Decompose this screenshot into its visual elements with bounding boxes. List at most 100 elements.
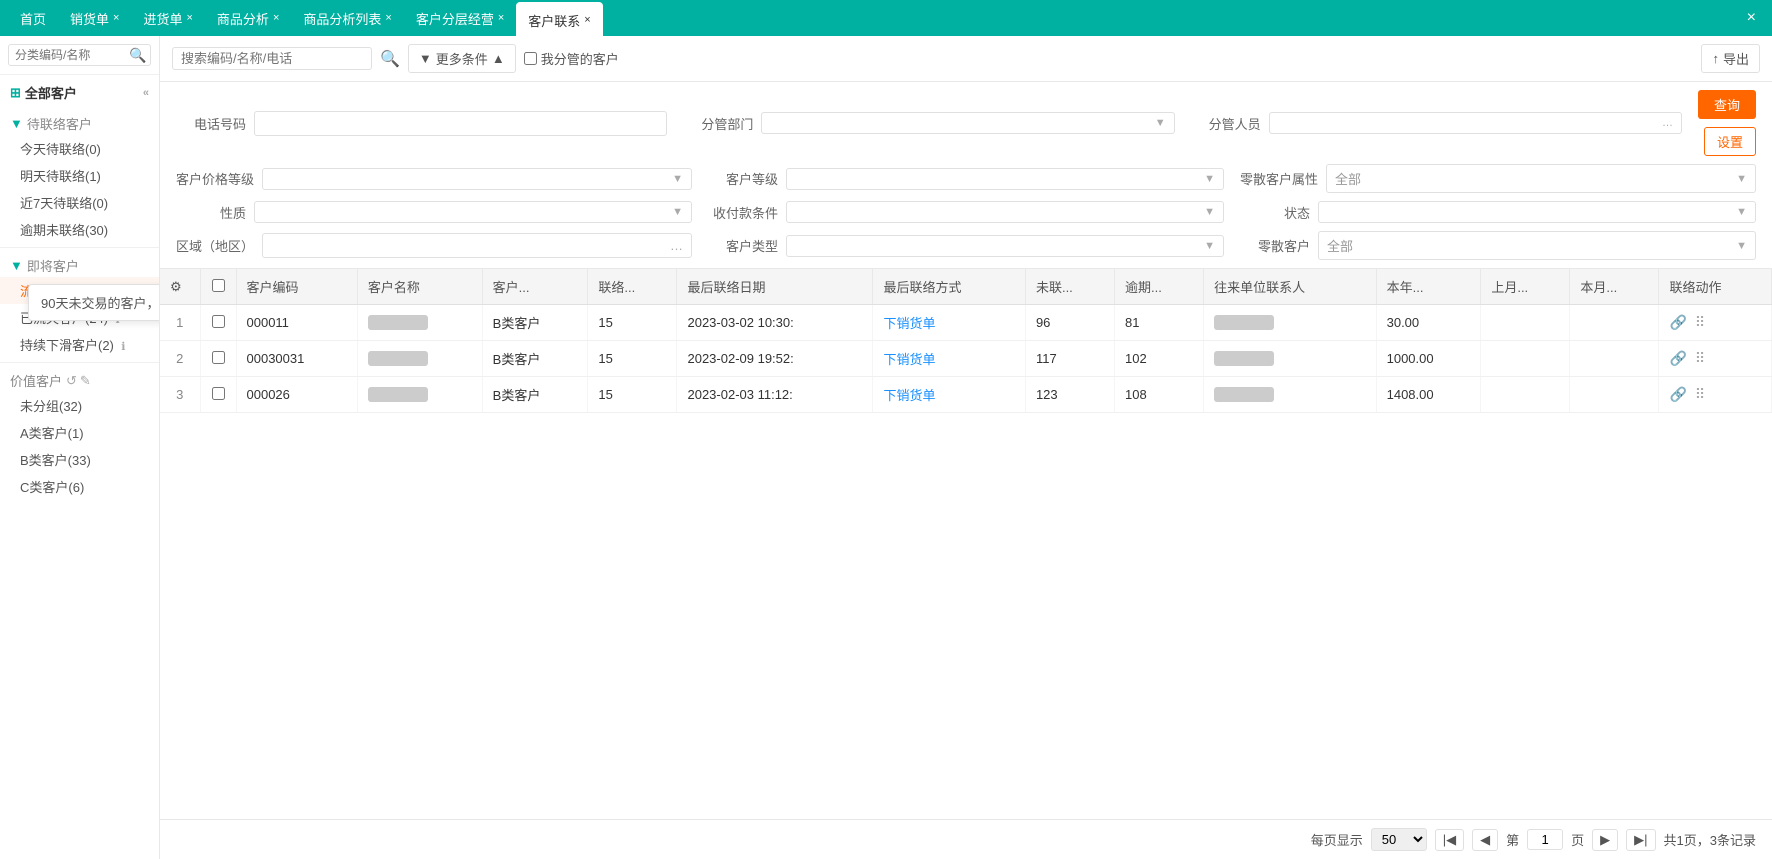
cell-unit-contact	[1204, 341, 1377, 377]
export-btn[interactable]: ↑ 导出	[1701, 44, 1760, 73]
main-search-icon[interactable]: 🔍	[380, 49, 400, 69]
action-icon-link[interactable]: 🔗	[1669, 386, 1686, 403]
tab-home[interactable]: 首页	[8, 0, 58, 36]
filter-gender: 性质 ▼	[176, 201, 692, 223]
th-level: 客户...	[482, 269, 588, 305]
query-btn[interactable]: 查询	[1698, 90, 1756, 119]
customer-type-chevron: ▼	[1204, 240, 1215, 252]
blurred-unit	[1214, 387, 1274, 402]
refresh-icon[interactable]: ↺	[66, 373, 77, 389]
payment-select[interactable]: ▼	[786, 201, 1224, 223]
sidebar-item-today[interactable]: 今天待联络(0)	[0, 135, 159, 162]
main-search-input[interactable]	[181, 51, 363, 66]
last-method-link[interactable]: 下销货单	[883, 388, 935, 403]
action-icon-link[interactable]: 🔗	[1669, 314, 1686, 331]
sidebar-item-overdue[interactable]: 逾期未联络(30)	[0, 216, 159, 243]
cell-last-date: 2023-03-02 10:30:	[677, 305, 873, 341]
cell-unit-contact	[1204, 377, 1377, 413]
retail-customer-select[interactable]: 全部 ▼	[1318, 231, 1756, 260]
sidebar-value-group: 价值客户 ↺ ✎	[0, 367, 159, 392]
table-row: 3 000026 B类客户 15 2023-02-03 11:12: 下销货单 …	[160, 377, 1772, 413]
my-customers-filter[interactable]: 我分管的客户	[524, 49, 619, 68]
tab-customer-contact[interactable]: 客户联系 ×	[516, 2, 602, 38]
action-icon-link[interactable]: 🔗	[1669, 350, 1686, 367]
info-icon-3: ℹ	[121, 341, 125, 353]
page-input[interactable]	[1527, 829, 1563, 850]
sidebar-item-class-c[interactable]: C类客户(6)	[0, 473, 159, 500]
last-method-link[interactable]: 下销货单	[883, 316, 935, 331]
th-checkbox[interactable]	[200, 269, 236, 305]
page-last-btn[interactable]: ▶|	[1626, 829, 1655, 851]
sidebar-all-customers[interactable]: ⊞ 全部客户 «	[0, 75, 159, 110]
tab-analysis-list-close[interactable]: ×	[385, 12, 391, 24]
blurred-unit	[1214, 315, 1274, 330]
sidebar-item-churn-declining[interactable]: 持续下滑客户(2) ℹ	[0, 331, 159, 358]
grid-icon: ⊞	[10, 85, 21, 101]
th-settings[interactable]: ⚙	[160, 269, 200, 305]
cell-level: B类客户	[482, 305, 588, 341]
cell-checkbox[interactable]	[200, 341, 236, 377]
customer-type-select[interactable]: ▼	[786, 235, 1224, 257]
window-close-btn[interactable]: ×	[1739, 9, 1764, 27]
row-checkbox[interactable]	[212, 387, 225, 400]
action-icon-menu[interactable]: ⠿	[1695, 350, 1705, 367]
phone-label: 电话号码	[176, 114, 246, 133]
row-checkbox[interactable]	[212, 351, 225, 364]
page-next-btn[interactable]: ▶	[1592, 829, 1618, 851]
cell-this-month	[1570, 377, 1659, 413]
tab-customer-contact-close[interactable]: ×	[584, 14, 590, 26]
tab-sales-close[interactable]: ×	[113, 12, 119, 24]
sidebar-item-7days[interactable]: 近7天待联络(0)	[0, 189, 159, 216]
retail-attr-chevron: ▼	[1736, 173, 1747, 185]
price-level-select[interactable]: ▼	[262, 168, 692, 190]
tab-analysis-close[interactable]: ×	[273, 12, 279, 24]
region-input[interactable]: …	[262, 233, 692, 258]
row-checkbox[interactable]	[212, 315, 225, 328]
status-select[interactable]: ▼	[1318, 201, 1756, 223]
churn-tooltip: 90天未交易的客户，可能有流失风险。	[28, 284, 160, 321]
gender-select[interactable]: ▼	[254, 201, 692, 223]
table-scroll-area[interactable]: ⚙ 客户编码 客户名称 客户... 联络... 最后联络日期 最后联络方式 未联…	[160, 269, 1772, 819]
page-prev-btn[interactable]: ◀	[1472, 829, 1498, 851]
cell-this-year: 1408.00	[1376, 377, 1481, 413]
tab-purchase[interactable]: 进货单 ×	[131, 0, 204, 36]
cell-last-month	[1481, 377, 1570, 413]
cell-contact-count: 15	[588, 341, 677, 377]
select-all-checkbox[interactable]	[212, 279, 225, 292]
tab-analysis-list[interactable]: 商品分析列表 ×	[291, 0, 403, 36]
page-size-select[interactable]: 50 100	[1371, 828, 1427, 851]
settings-btn[interactable]: 设置	[1704, 127, 1756, 156]
sidebar-item-class-b[interactable]: B类客户(33)	[0, 446, 159, 473]
sidebar-item-tomorrow[interactable]: 明天待联络(1)	[0, 162, 159, 189]
cell-checkbox[interactable]	[200, 377, 236, 413]
tab-analysis[interactable]: 商品分析 ×	[205, 0, 291, 36]
tab-purchase-close[interactable]: ×	[186, 12, 192, 24]
action-icon-menu[interactable]: ⠿	[1695, 386, 1705, 403]
cell-checkbox[interactable]	[200, 305, 236, 341]
tab-customer-segment[interactable]: 客户分层经营 ×	[404, 0, 516, 36]
last-method-link[interactable]: 下销货单	[883, 352, 935, 367]
total-records: 共1页，3条记录	[1664, 830, 1756, 849]
tab-bar: 首页 销货单 × 进货单 × 商品分析 × 商品分析列表 × 客户分层经营 × …	[0, 0, 1772, 36]
cell-actions: 🔗 ⠿	[1659, 341, 1772, 377]
retail-attr-select[interactable]: 全部 ▼	[1326, 164, 1756, 193]
more-conditions-btn[interactable]: ▼ 更多条件 ▲	[408, 44, 516, 73]
dept-chevron: ▼	[1155, 117, 1166, 129]
blurred-name	[368, 315, 428, 330]
tab-customer-segment-close[interactable]: ×	[498, 12, 504, 24]
sidebar-item-class-a[interactable]: A类客户(1)	[0, 419, 159, 446]
cell-overdue: 102	[1115, 341, 1204, 377]
page-first-btn[interactable]: |◀	[1435, 829, 1464, 851]
edit-icon[interactable]: ✎	[80, 373, 91, 389]
my-customers-checkbox[interactable]	[524, 52, 537, 65]
expand-icon: ▼	[10, 116, 23, 131]
customer-level-select[interactable]: ▼	[786, 168, 1224, 190]
person-select[interactable]: …	[1269, 112, 1682, 134]
tab-sales[interactable]: 销货单 ×	[58, 0, 131, 36]
phone-input[interactable]	[254, 111, 667, 136]
sidebar-item-ungroup[interactable]: 未分组(32)	[0, 392, 159, 419]
retail-customer-chevron: ▼	[1736, 240, 1747, 252]
dept-select[interactable]: ▼	[761, 112, 1174, 134]
action-icon-menu[interactable]: ⠿	[1695, 314, 1705, 331]
dept-label: 分管部门	[683, 114, 753, 133]
